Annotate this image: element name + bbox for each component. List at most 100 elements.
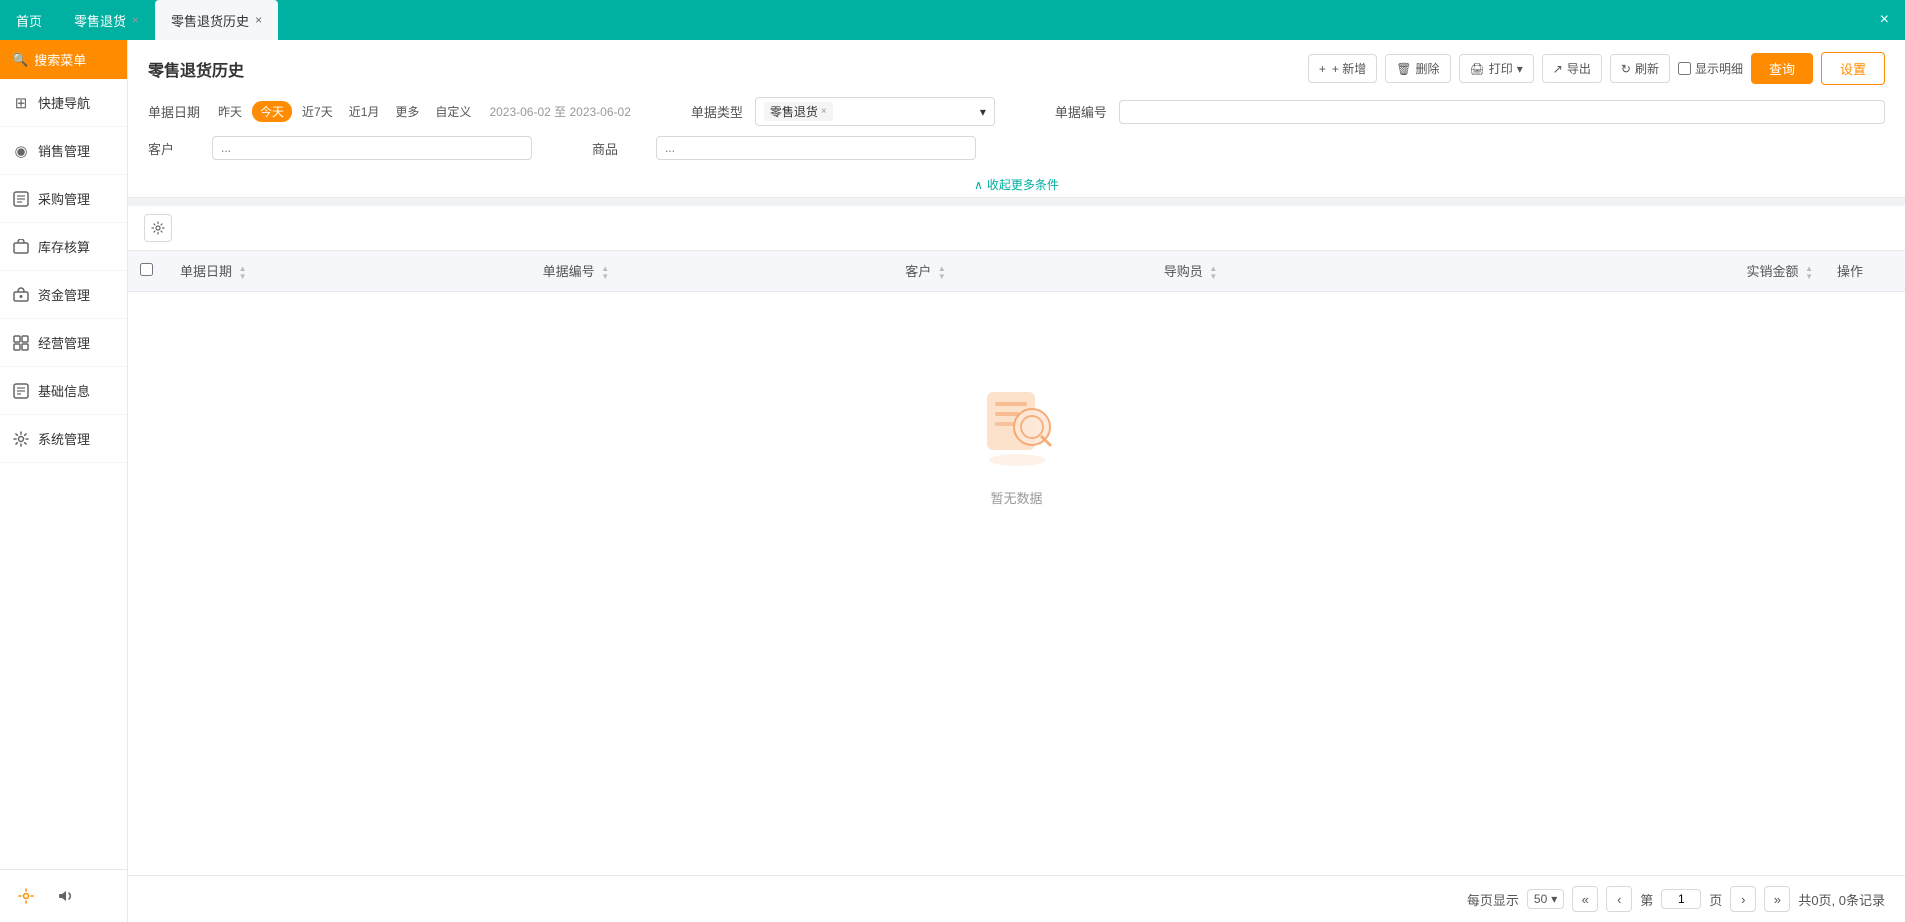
table-area: 单据日期 ▲▼ 单据编号 ▲▼ 客户 ▲▼ 导购员 xyxy=(128,206,1905,875)
sort-amount-icon: ▲▼ xyxy=(1805,265,1813,281)
empty-state: 暂无数据 xyxy=(128,292,1905,587)
prev-page-button[interactable]: ‹ xyxy=(1606,886,1632,912)
print-chevron-icon: ▾ xyxy=(1517,62,1523,76)
first-page-button[interactable]: « xyxy=(1572,886,1598,912)
basic-icon xyxy=(12,382,30,400)
page-header: 零售退货历史 + + 新增 🗑 删除 🖨 打印 ▾ xyxy=(128,40,1905,198)
sidebar-item-quick-nav[interactable]: ⊞ 快捷导航 xyxy=(0,79,127,127)
th-date[interactable]: 单据日期 ▲▼ xyxy=(168,251,531,291)
date-btn-custom[interactable]: 自定义 xyxy=(429,101,477,122)
page-title: 零售退货历史 xyxy=(148,57,244,81)
goods-filter-input[interactable] xyxy=(656,136,976,160)
refresh-button[interactable]: ↻ 刷新 xyxy=(1610,54,1670,83)
last-page-button[interactable]: » xyxy=(1764,886,1790,912)
quick-nav-icon: ⊞ xyxy=(12,94,30,112)
sidebar-item-operations[interactable]: 经营管理 xyxy=(0,319,127,367)
sidebar: 🔍 搜索菜单 ⊞ 快捷导航 ◉ 销售管理 采购管理 库存核算 资 xyxy=(0,40,128,922)
sidebar-item-purchase[interactable]: 采购管理 xyxy=(0,175,127,223)
collapse-button[interactable]: ∧ 收起更多条件 xyxy=(148,170,1885,197)
sidebar-search[interactable]: 🔍 搜索菜单 xyxy=(0,40,127,79)
page-size-select[interactable]: 50 ▾ xyxy=(1527,889,1564,909)
th-guide[interactable]: 导购员 ▲▼ xyxy=(1152,251,1463,291)
refresh-icon: ↻ xyxy=(1621,62,1631,76)
total-label: 共0页, 0条记录 xyxy=(1798,890,1885,909)
content-area: 零售退货历史 + + 新增 🗑 删除 🖨 打印 ▾ xyxy=(128,40,1905,922)
sort-number-icon: ▲▼ xyxy=(601,265,609,281)
page-number-input[interactable] xyxy=(1661,889,1701,909)
type-filter-group: 单据类型 零售退货 × ▾ xyxy=(691,97,995,126)
number-filter-input[interactable] xyxy=(1119,100,1885,124)
show-detail-checkbox[interactable] xyxy=(1678,62,1691,75)
new-button[interactable]: + + 新增 xyxy=(1308,54,1377,83)
th-customer[interactable]: 客户 ▲▼ xyxy=(893,251,1152,291)
page-title-row: 零售退货历史 + + 新增 🗑 删除 🖨 打印 ▾ xyxy=(148,52,1885,85)
filter-area: 单据日期 昨天 今天 近7天 近1月 更多 自定义 2023-06-02 至 2… xyxy=(148,97,1885,197)
window-close-button[interactable]: × xyxy=(1864,11,1905,29)
delete-icon: 🗑 xyxy=(1396,62,1411,76)
toolbar: + + 新增 🗑 删除 🖨 打印 ▾ ↗ 导出 xyxy=(1308,52,1885,85)
sort-customer-icon: ▲▼ xyxy=(938,265,946,281)
date-btn-7days[interactable]: 近7天 xyxy=(296,101,339,122)
inventory-icon xyxy=(12,238,30,256)
search-icon: 🔍 xyxy=(12,52,28,68)
empty-text: 暂无数据 xyxy=(990,488,1042,507)
system-icon xyxy=(12,430,30,448)
purchase-icon xyxy=(12,190,30,208)
chevron-up-icon: ∧ xyxy=(974,178,983,192)
page-size-chevron: ▾ xyxy=(1551,892,1557,906)
main-layout: 🔍 搜索菜单 ⊞ 快捷导航 ◉ 销售管理 采购管理 库存核算 资 xyxy=(0,40,1905,922)
date-btn-today[interactable]: 今天 xyxy=(252,101,292,122)
number-filter-label: 单据编号 xyxy=(1055,102,1111,121)
sales-icon: ◉ xyxy=(12,142,30,160)
print-button[interactable]: 🖨 打印 ▾ xyxy=(1459,54,1534,83)
type-tag-close[interactable]: × xyxy=(821,106,827,117)
date-btn-1month[interactable]: 近1月 xyxy=(343,101,386,122)
tab-return-history-close[interactable]: × xyxy=(255,13,262,27)
query-button[interactable]: 查询 xyxy=(1751,53,1813,84)
page-word: 第 xyxy=(1640,890,1653,909)
table-toolbar xyxy=(128,206,1905,251)
table-header-row: 单据日期 ▲▼ 单据编号 ▲▼ 客户 ▲▼ 导购员 xyxy=(128,251,1905,291)
tab-return-history[interactable]: 零售退货历史 × xyxy=(155,0,278,40)
type-select-chevron: ▾ xyxy=(980,105,986,119)
setting-button[interactable]: 设置 xyxy=(1821,52,1885,85)
th-action: 操作 xyxy=(1825,251,1905,291)
goods-filter-group: 商品 xyxy=(592,136,976,160)
date-btn-more[interactable]: 更多 xyxy=(389,101,425,122)
next-page-button[interactable]: › xyxy=(1730,886,1756,912)
sidebar-item-system[interactable]: 系统管理 xyxy=(0,415,127,463)
export-icon: ↗ xyxy=(1553,62,1563,76)
finance-icon xyxy=(12,286,30,304)
goods-filter-label: 商品 xyxy=(592,139,648,158)
sidebar-audio-button[interactable] xyxy=(52,882,80,910)
date-btn-yesterday[interactable]: 昨天 xyxy=(212,101,248,122)
plus-icon: + xyxy=(1319,62,1326,76)
customer-filter-label: 客户 xyxy=(148,139,204,158)
filter-row-1: 单据日期 昨天 今天 近7天 近1月 更多 自定义 2023-06-02 至 2… xyxy=(148,97,1885,126)
show-detail-checkbox-label[interactable]: 显示明细 xyxy=(1678,60,1743,77)
tab-return[interactable]: 零售退货 × xyxy=(58,0,155,40)
export-button[interactable]: ↗ 导出 xyxy=(1542,54,1602,83)
page-size-label: 每页显示 xyxy=(1467,890,1519,909)
customer-filter-group: 客户 xyxy=(148,136,532,160)
sort-date-icon: ▲▼ xyxy=(239,265,247,281)
sidebar-item-sales[interactable]: ◉ 销售管理 xyxy=(0,127,127,175)
type-filter-select[interactable]: 零售退货 × ▾ xyxy=(755,97,995,126)
table-settings-button[interactable] xyxy=(144,214,172,242)
th-amount[interactable]: 实销金额 ▲▼ xyxy=(1462,251,1825,291)
delete-button[interactable]: 🗑 删除 xyxy=(1385,54,1450,83)
sidebar-settings-button[interactable] xyxy=(12,882,40,910)
print-icon: 🖨 xyxy=(1470,62,1485,76)
tab-bar: 首页 零售退货 × 零售退货历史 × × xyxy=(0,0,1905,40)
tab-home[interactable]: 首页 xyxy=(0,0,58,40)
sidebar-item-finance[interactable]: 资金管理 xyxy=(0,271,127,319)
date-shortcuts: 昨天 今天 近7天 近1月 更多 自定义 xyxy=(212,101,477,122)
date-range-display: 2023-06-02 至 2023-06-02 xyxy=(489,103,630,120)
select-all-checkbox[interactable] xyxy=(140,263,153,276)
tab-return-close[interactable]: × xyxy=(132,13,139,27)
sidebar-item-inventory[interactable]: 库存核算 xyxy=(0,223,127,271)
customer-filter-input[interactable] xyxy=(212,136,532,160)
th-number[interactable]: 单据编号 ▲▼ xyxy=(531,251,894,291)
sidebar-item-basic[interactable]: 基础信息 xyxy=(0,367,127,415)
sort-guide-icon: ▲▼ xyxy=(1209,265,1217,281)
